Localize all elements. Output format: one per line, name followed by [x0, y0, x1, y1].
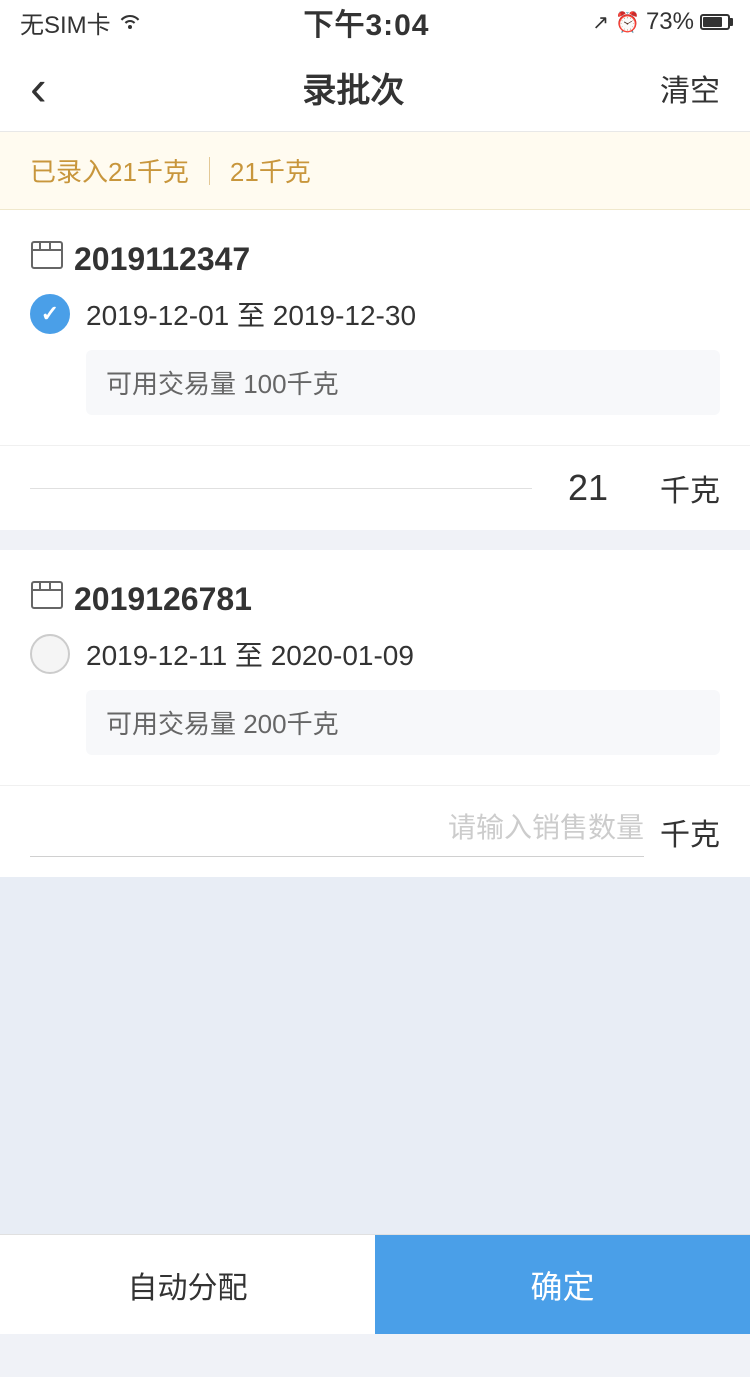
status-right: ↗ ⏰ 73%	[592, 8, 730, 36]
status-left: 无SIM卡	[20, 5, 141, 40]
batch-2-dates-row[interactable]: 2019-12-11 至 2020-01-09	[30, 634, 720, 674]
location-icon: ↗	[592, 10, 609, 35]
batch-1-qty-row: 21 千克	[0, 445, 750, 530]
nav-bar: ‹ 录批次 清空	[0, 44, 750, 132]
time-display: 下午3:04	[303, 0, 429, 44]
battery-icon	[700, 14, 730, 30]
batch-1-icon	[30, 240, 64, 278]
batch-2-icon	[30, 580, 64, 618]
batch-2-header: 2019126781	[30, 580, 720, 618]
qty-input-container[interactable]: 请输入销售数量 千克	[30, 806, 720, 857]
batch-2-radio[interactable]	[30, 634, 70, 674]
qty-placeholder: 请输入销售数量	[448, 812, 644, 843]
batch-2-available: 可用交易量 200千克	[86, 690, 720, 755]
auto-distribute-button[interactable]: 自动分配	[0, 1235, 375, 1334]
confirm-button[interactable]: 确定	[375, 1235, 750, 1334]
batch-item-2: 2019126781 2019-12-11 至 2020-01-09 可用交易量…	[0, 550, 750, 877]
batch-1-available: 可用交易量 100千克	[86, 350, 720, 415]
clock-icon: ⏰	[615, 10, 640, 35]
empty-content-area	[0, 877, 750, 1277]
batch-1-header: 2019112347	[30, 240, 720, 278]
banner-divider	[209, 157, 210, 185]
batch-1-qty-unit: 千克	[660, 466, 720, 510]
qty-input-wrapper[interactable]: 请输入销售数量	[30, 806, 644, 857]
checkmark-icon: ✓	[41, 301, 59, 327]
batch-2-qty-row[interactable]: 请输入销售数量 千克	[0, 785, 750, 877]
info-banner: 已录入21千克 21千克	[0, 132, 750, 210]
status-bar: 无SIM卡 下午3:04 ↗ ⏰ 73%	[0, 0, 750, 44]
batch-2-id: 2019126781	[74, 581, 252, 618]
batch-2-unit: 千克	[660, 810, 720, 854]
page-title: 录批次	[302, 63, 404, 112]
back-button[interactable]: ‹	[30, 63, 47, 113]
wifi-icon	[119, 8, 141, 36]
batch-1-id: 2019112347	[74, 241, 250, 278]
sim-text: 无SIM卡	[20, 5, 111, 40]
batch-2-dates: 2019-12-11 至 2020-01-09	[86, 634, 414, 674]
battery-percent: 73%	[646, 8, 694, 36]
batch-1-dates-row[interactable]: ✓ 2019-12-01 至 2019-12-30	[30, 294, 720, 334]
batch-1-dates: 2019-12-01 至 2019-12-30	[86, 294, 416, 334]
recorded-amount-label: 已录入21千克	[30, 152, 189, 189]
batch-1-radio[interactable]: ✓	[30, 294, 70, 334]
section-divider	[0, 530, 750, 540]
batch-item-1: 2019112347 ✓ 2019-12-01 至 2019-12-30 可用交…	[0, 210, 750, 530]
bottom-bar: 自动分配 确定	[0, 1234, 750, 1334]
batch-1-qty-value: 21	[568, 467, 608, 509]
amount-value: 21千克	[230, 152, 311, 189]
clear-button[interactable]: 清空	[660, 66, 720, 110]
